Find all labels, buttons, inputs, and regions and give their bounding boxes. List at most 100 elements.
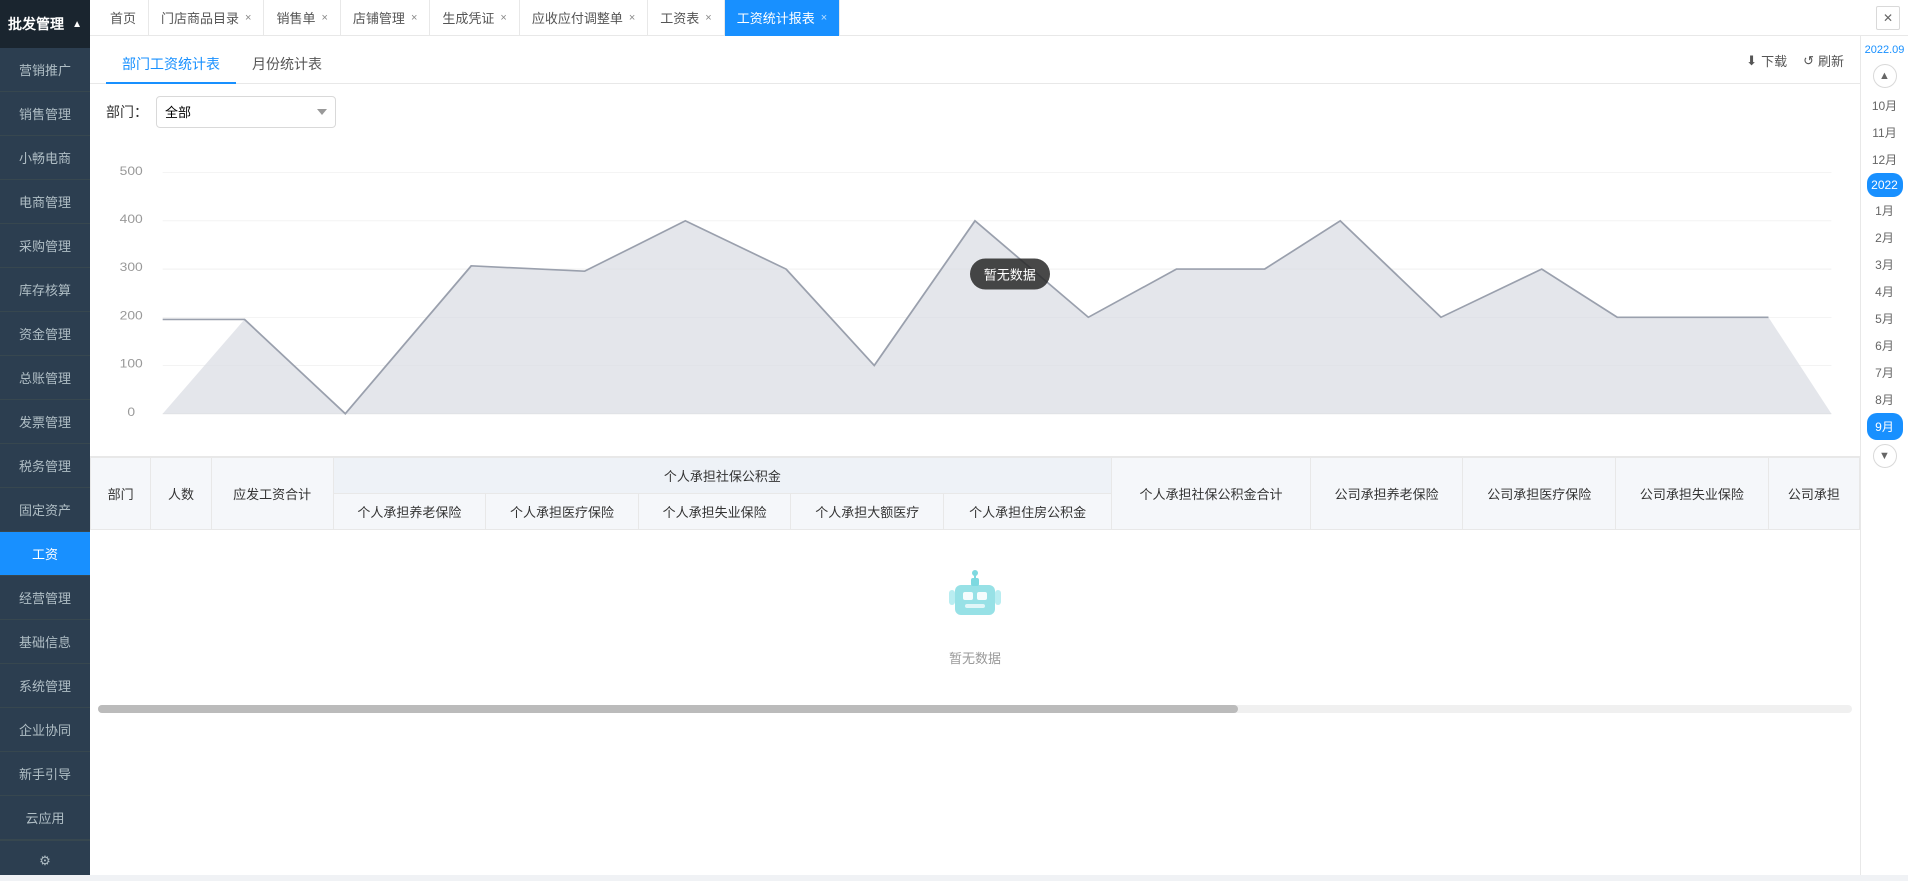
th-personal-unemployment: 个人承担失业保险 <box>638 494 791 530</box>
sidebar-item-基础信息[interactable]: 基础信息 <box>0 620 90 664</box>
sidebar-header[interactable]: 批发管理 ▲ <box>0 0 90 48</box>
th-personal-housing: 个人承担住房公积金 <box>944 494 1112 530</box>
tab-工资表[interactable]: 工资表× <box>648 0 724 36</box>
th-personal-pension: 个人承担养老保险 <box>333 494 486 530</box>
tab-close-icon[interactable]: × <box>411 12 417 24</box>
sidebar-item-采购管理[interactable]: 采购管理 <box>0 224 90 268</box>
sub-tab-部门工资统计表[interactable]: 部门工资统计表 <box>106 46 236 84</box>
sub-tab-月份统计表[interactable]: 月份统计表 <box>236 46 338 84</box>
timeline-item-3月[interactable]: 3月 <box>1861 251 1908 278</box>
svg-text:400: 400 <box>120 212 143 226</box>
sidebar-item-营销推广[interactable]: 营销推广 <box>0 48 90 92</box>
svg-text:0: 0 <box>127 405 135 419</box>
th-company-unemployment: 公司承担失业保险 <box>1616 458 1769 530</box>
download-icon: ⬇ <box>1746 53 1757 69</box>
svg-text:100: 100 <box>120 357 143 371</box>
main-area: 首页门店商品目录×销售单×店铺管理×生成凭证×应收应付调整单×工资表×工资统计报… <box>90 0 1908 875</box>
table-header-row1: 部门 人数 应发工资合计 个人承担社保公积金 个人承担社保公积金合计 公司承担养… <box>91 458 1860 494</box>
tab-close-icon[interactable]: × <box>821 12 827 24</box>
sidebar-item-销售管理[interactable]: 销售管理 <box>0 92 90 136</box>
timeline-item-1月[interactable]: 1月 <box>1861 197 1908 224</box>
timeline-down-button[interactable]: ▼ <box>1873 444 1897 468</box>
tab-bar: 首页门店商品目录×销售单×店铺管理×生成凭证×应收应付调整单×工资表×工资统计报… <box>90 0 1908 36</box>
sub-tabs-right: ⬇ 下载 ↺ 刷新 <box>1746 51 1844 78</box>
timeline-current-label: 2022.09 <box>1865 44 1905 56</box>
timeline-panel: 2022.09 ▲ 10月11月12月20221月2月3月4月5月6月7月8月9… <box>1860 36 1908 875</box>
timeline-item-4月[interactable]: 4月 <box>1861 278 1908 305</box>
tab-工资统计报表[interactable]: 工资统计报表× <box>725 0 840 36</box>
chart-no-data-tooltip: 暂无数据 <box>970 259 1050 290</box>
chart-wrapper: 0 100 200 300 400 500 <box>106 148 1844 448</box>
chart-area: 0 100 200 300 400 500 <box>90 140 1860 456</box>
svg-text:300: 300 <box>120 260 143 274</box>
sidebar-item-新手引导[interactable]: 新手引导 <box>0 752 90 796</box>
sidebar-toggle-icon: ▲ <box>72 19 82 30</box>
download-button[interactable]: ⬇ 下载 <box>1746 51 1787 70</box>
timeline-item-7月[interactable]: 7月 <box>1861 359 1908 386</box>
tab-销售单[interactable]: 销售单× <box>264 0 340 36</box>
tab-店铺管理[interactable]: 店铺管理× <box>341 0 430 36</box>
download-label: 下载 <box>1761 51 1787 70</box>
timeline-up-button[interactable]: ▲ <box>1873 64 1897 88</box>
sidebar-item-云应用[interactable]: 云应用 <box>0 796 90 840</box>
tab-bar-actions: ✕ <box>1876 6 1900 30</box>
tab-close-icon[interactable]: × <box>321 12 327 24</box>
tab-close-icon[interactable]: × <box>500 12 506 24</box>
tab-close-icon[interactable]: × <box>629 12 635 24</box>
timeline-item-12月[interactable]: 12月 <box>1861 146 1908 173</box>
tab-首页[interactable]: 首页 <box>98 0 149 36</box>
salary-table: 部门 人数 应发工资合计 个人承担社保公积金 个人承担社保公积金合计 公司承担养… <box>90 457 1860 530</box>
sidebar-item-企业协同[interactable]: 企业协同 <box>0 708 90 752</box>
th-headcount: 人数 <box>151 458 211 530</box>
sidebar-item-电商管理[interactable]: 电商管理 <box>0 180 90 224</box>
close-window-button[interactable]: ✕ <box>1876 6 1900 30</box>
sidebar-item-资金管理[interactable]: 资金管理 <box>0 312 90 356</box>
svg-text:500: 500 <box>120 164 143 178</box>
th-company-medical: 公司承担医疗保险 <box>1463 458 1616 530</box>
filter-label: 部门： <box>106 102 148 122</box>
sidebar-item-小畅电商[interactable]: 小畅电商 <box>0 136 90 180</box>
settings-icon: ⚙ <box>39 853 51 868</box>
sidebar-item-经营管理[interactable]: 经营管理 <box>0 576 90 620</box>
sidebar-item-发票管理[interactable]: 发票管理 <box>0 400 90 444</box>
timeline-item-5月[interactable]: 5月 <box>1861 305 1908 332</box>
timeline-item-6月[interactable]: 6月 <box>1861 332 1908 359</box>
timeline-item-8月[interactable]: 8月 <box>1861 386 1908 413</box>
sidebar: 批发管理 ▲ 营销推广销售管理小畅电商电商管理采购管理库存核算资金管理总账管理发… <box>0 0 90 875</box>
refresh-button[interactable]: ↺ 刷新 <box>1803 51 1844 70</box>
horizontal-scrollbar[interactable] <box>90 697 1860 721</box>
timeline-item-11月[interactable]: 11月 <box>1861 119 1908 146</box>
th-personal-large-medical: 个人承担大额医疗 <box>791 494 944 530</box>
tab-close-icon[interactable]: × <box>705 12 711 24</box>
th-personal-medical: 个人承担医疗保险 <box>486 494 639 530</box>
sidebar-title: 批发管理 <box>8 14 64 34</box>
content-area: 部门工资统计表月份统计表 ⬇ 下载 ↺ 刷新 部门： 全部 <box>90 36 1908 875</box>
department-select[interactable]: 全部 <box>156 96 336 128</box>
tab-应收应付调整单[interactable]: 应收应付调整单× <box>520 0 648 36</box>
timeline-item-2月[interactable]: 2月 <box>1861 224 1908 251</box>
content-main: 部门工资统计表月份统计表 ⬇ 下载 ↺ 刷新 部门： 全部 <box>90 36 1860 875</box>
timeline-item-2022[interactable]: 2022 <box>1867 173 1903 197</box>
tab-门店商品目录[interactable]: 门店商品目录× <box>149 0 264 36</box>
empty-state: 暂无数据 <box>90 530 1860 697</box>
sidebar-item-税务管理[interactable]: 税务管理 <box>0 444 90 488</box>
sidebar-item-固定资产[interactable]: 固定资产 <box>0 488 90 532</box>
th-department: 部门 <box>91 458 151 530</box>
refresh-label: 刷新 <box>1818 51 1844 70</box>
timeline-item-9月[interactable]: 9月 <box>1867 413 1903 440</box>
th-company-more: 公司承担 <box>1768 458 1859 530</box>
sub-tabs-left: 部门工资统计表月份统计表 <box>106 46 338 83</box>
th-personal-total: 个人承担社保公积金合计 <box>1112 458 1311 530</box>
sidebar-item-库存核算[interactable]: 库存核算 <box>0 268 90 312</box>
filter-bar: 部门： 全部 <box>90 84 1860 140</box>
sidebar-item-系统管理[interactable]: 系统管理 <box>0 664 90 708</box>
timeline-item-10月[interactable]: 10月 <box>1861 92 1908 119</box>
tab-生成凭证[interactable]: 生成凭证× <box>430 0 519 36</box>
empty-state-label: 暂无数据 <box>949 648 1001 667</box>
sidebar-item-总账管理[interactable]: 总账管理 <box>0 356 90 400</box>
tab-close-icon[interactable]: × <box>245 12 251 24</box>
sub-tabs: 部门工资统计表月份统计表 ⬇ 下载 ↺ 刷新 <box>90 36 1860 84</box>
th-company-pension: 公司承担养老保险 <box>1310 458 1463 530</box>
table-wrapper[interactable]: 部门 人数 应发工资合计 个人承担社保公积金 个人承担社保公积金合计 公司承担养… <box>90 456 1860 875</box>
sidebar-item-工资[interactable]: 工资 <box>0 532 90 576</box>
